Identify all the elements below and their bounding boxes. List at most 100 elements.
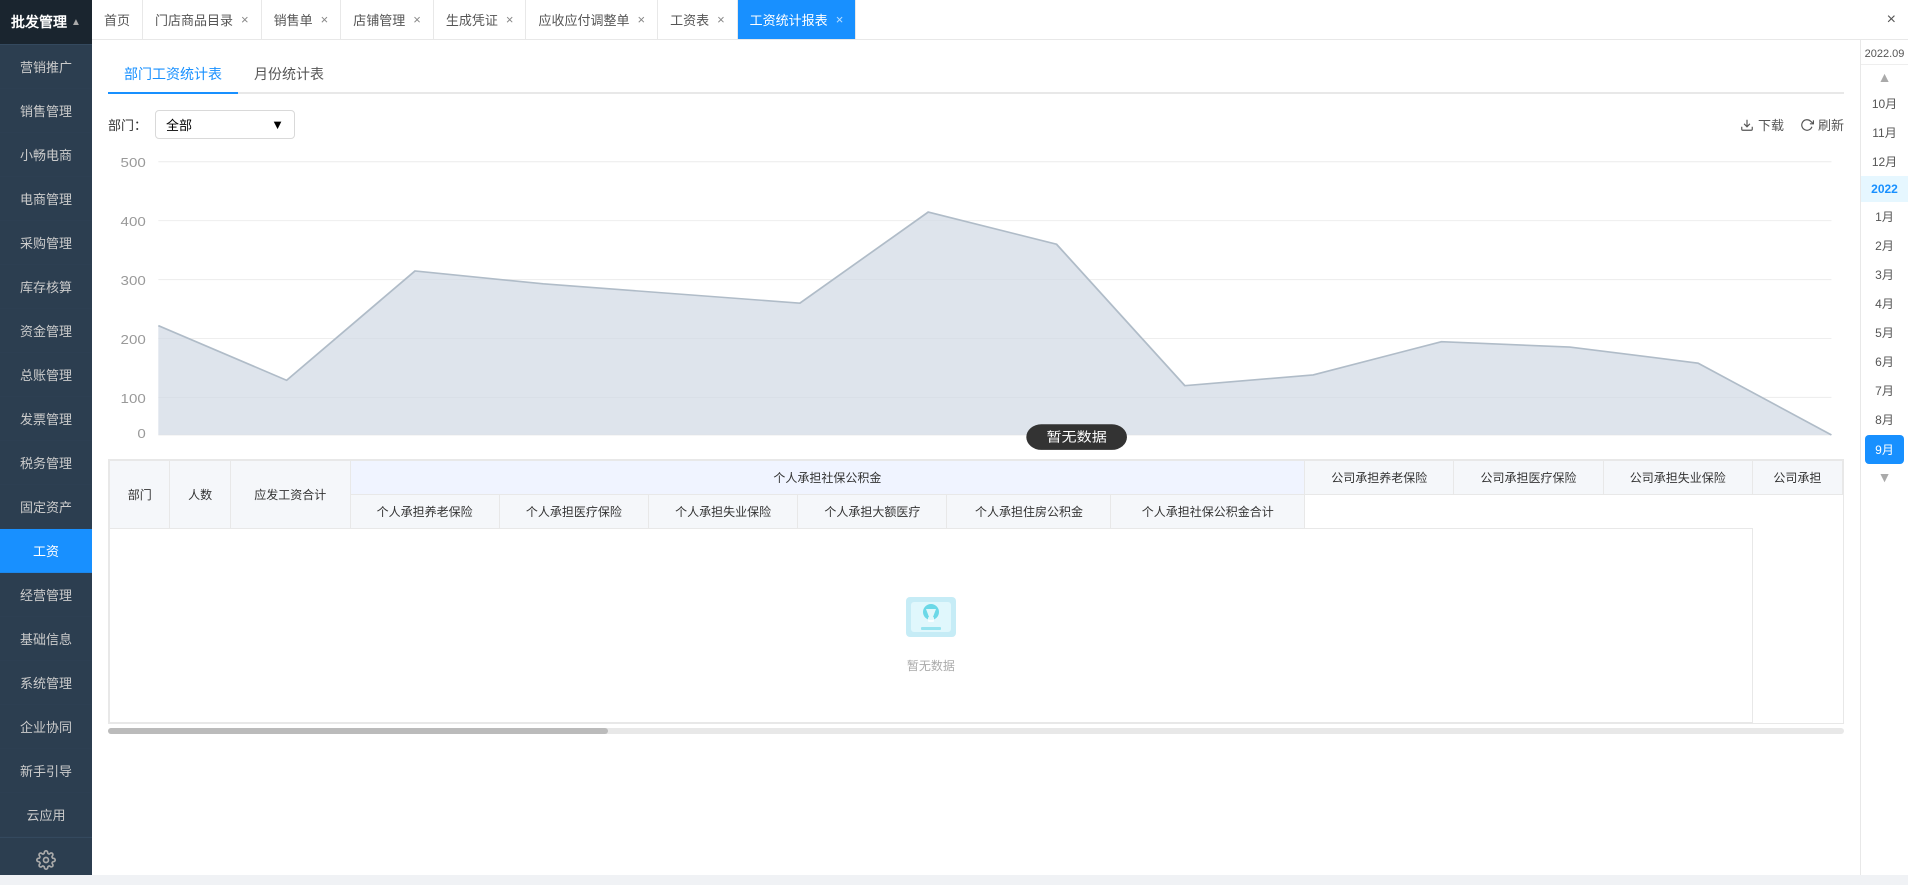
col-personal-medical: 个人承担医疗保险	[499, 495, 648, 529]
dept-label: 部门：	[108, 115, 147, 134]
col-personal-unemp: 个人承担失业保险	[648, 495, 797, 529]
tab-close-ar-ap-adjust[interactable]: ×	[637, 12, 645, 27]
download-button[interactable]: 下载	[1740, 115, 1784, 134]
sidebar-item-gdzcsl[interactable]: 固定资产	[0, 485, 92, 529]
tab-payroll[interactable]: 工资表 ×	[658, 0, 738, 40]
sidebar-item-zjgl[interactable]: 资金管理	[0, 309, 92, 353]
col-group-personal: 个人承担社保公积金	[350, 461, 1305, 495]
timeline-down-button[interactable]: ▼	[1874, 465, 1896, 489]
sidebar-item-jcxx[interactable]: 基础信息	[0, 617, 92, 661]
svg-text:暂无数据: 暂无数据	[1046, 429, 1106, 444]
payroll-table: 部门 人数 应发工资合计 个人承担社保公积金 公司承担养老保险 公司承担医疗保险…	[109, 460, 1843, 723]
timeline-item-11[interactable]: 11月	[1861, 118, 1908, 147]
table-scrollbar-thumb[interactable]	[108, 728, 608, 734]
timeline-item-2[interactable]: 2月	[1861, 231, 1908, 260]
toolbar-right: 下载 刷新	[1740, 115, 1844, 134]
table-empty-row: 暂无数据	[110, 529, 1843, 723]
col-company-pension: 公司承担养老保险	[1305, 461, 1454, 495]
tab-close-payroll[interactable]: ×	[717, 12, 725, 27]
svg-text:100: 100	[121, 391, 146, 406]
download-icon	[1740, 118, 1754, 132]
col-personal-pension: 个人承担养老保险	[350, 495, 499, 529]
timeline-item-7[interactable]: 7月	[1861, 376, 1908, 405]
sidebar-item-jygl[interactable]: 经营管理	[0, 573, 92, 617]
sidebar-item-xsgl[interactable]: 销售管理	[0, 89, 92, 133]
sidebar-item-zzgl[interactable]: 总账管理	[0, 353, 92, 397]
sidebar-item-gz[interactable]: 工资	[0, 529, 92, 573]
svg-text:300: 300	[121, 273, 146, 288]
refresh-button[interactable]: 刷新	[1800, 115, 1844, 134]
tab-close-store-mgmt[interactable]: ×	[413, 12, 421, 27]
main-area: 首页 门店商品目录 × 销售单 × 店铺管理 × 生成凭证 × 应收应付调整单 …	[92, 0, 1908, 875]
toolbar-left: 部门： 全部 ▼	[108, 110, 295, 139]
empty-icon	[891, 577, 971, 657]
timeline-item-8[interactable]: 8月	[1861, 405, 1908, 434]
chart-container: 500 400 300 200 100 0	[108, 151, 1844, 451]
tab-close-generate-voucher[interactable]: ×	[506, 12, 514, 27]
timeline-item-9[interactable]: 9月	[1865, 435, 1904, 464]
toolbar: 部门： 全部 ▼ 下载	[108, 110, 1844, 139]
timeline-item-5[interactable]: 5月	[1861, 318, 1908, 347]
col-company-unemp: 公司承担失业保险	[1603, 461, 1752, 495]
table-scrollbar-container	[108, 724, 1844, 738]
sidebar-header[interactable]: 批发管理 ▲	[0, 0, 92, 45]
timeline-up-button[interactable]: ▲	[1874, 65, 1896, 89]
dept-select[interactable]: 全部 ▼	[155, 110, 295, 139]
svg-text:200: 200	[121, 332, 146, 347]
tab-close-payroll-stats[interactable]: ×	[836, 12, 844, 27]
tab-store-mgmt[interactable]: 店铺管理 ×	[341, 0, 434, 40]
sidebar-item-qytx[interactable]: 企业协同	[0, 705, 92, 749]
col-company-more: 公司承担	[1752, 461, 1842, 495]
col-headcount: 人数	[170, 461, 230, 529]
col-dept: 部门	[110, 461, 170, 529]
data-table-container: 部门 人数 应发工资合计 个人承担社保公积金 公司承担养老保险 公司承担医疗保险…	[108, 459, 1844, 724]
timeline-item-year-2022[interactable]: 2022	[1861, 176, 1908, 202]
empty-state: 暂无数据	[122, 537, 1740, 714]
timeline-item-4[interactable]: 4月	[1861, 289, 1908, 318]
timeline-item-10[interactable]: 10月	[1861, 89, 1908, 118]
sidebar-item-dsggl[interactable]: 电商管理	[0, 177, 92, 221]
sidebar-item-yxty[interactable]: 营销推广	[0, 45, 92, 89]
settings-button[interactable]	[0, 837, 92, 885]
sidebar-item-fpgl[interactable]: 发票管理	[0, 397, 92, 441]
area-chart: 500 400 300 200 100 0	[108, 151, 1844, 451]
content-main: 部门工资统计表 月份统计表 部门： 全部 ▼	[92, 40, 1860, 875]
tab-bar-close-button[interactable]: ×	[1875, 11, 1908, 29]
tab-sales-order[interactable]: 销售单 ×	[262, 0, 342, 40]
col-personal-housing: 个人承担住房公积金	[947, 495, 1111, 529]
col-total-salary: 应发工资合计	[230, 461, 350, 529]
timeline-item-12[interactable]: 12月	[1861, 147, 1908, 176]
sidebar-item-yyyy[interactable]: 云应用	[0, 793, 92, 837]
refresh-icon	[1800, 118, 1814, 132]
tab-generate-voucher[interactable]: 生成凭证 ×	[434, 0, 527, 40]
sidebar-item-kchs[interactable]: 库存核算	[0, 265, 92, 309]
gear-icon	[36, 850, 56, 870]
col-company-medical: 公司承担医疗保险	[1454, 461, 1603, 495]
sidebar-item-cggl[interactable]: 采购管理	[0, 221, 92, 265]
tab-close-store-catalog[interactable]: ×	[241, 12, 249, 27]
tab-ar-ap-adjust[interactable]: 应收应付调整单 ×	[526, 0, 658, 40]
sidebar-item-xcdds[interactable]: 小畅电商	[0, 133, 92, 177]
sub-tab-dept-stats[interactable]: 部门工资统计表	[108, 56, 238, 94]
tab-close-sales-order[interactable]: ×	[321, 12, 329, 27]
svg-text:400: 400	[121, 214, 146, 229]
col-personal-total: 个人承担社保公积金合计	[1111, 495, 1305, 529]
timeline-item-3[interactable]: 3月	[1861, 260, 1908, 289]
sub-tab-bar: 部门工资统计表 月份统计表	[108, 56, 1844, 94]
sidebar-item-xtgl[interactable]: 系统管理	[0, 661, 92, 705]
table-scrollbar[interactable]	[108, 728, 1844, 734]
timeline-item-1[interactable]: 1月	[1861, 202, 1908, 231]
sidebar-title: 批发管理	[11, 12, 67, 32]
content-area: 部门工资统计表 月份统计表 部门： 全部 ▼	[92, 40, 1908, 875]
sub-tab-month-stats[interactable]: 月份统计表	[238, 56, 340, 94]
col-personal-major-medical: 个人承担大额医疗	[798, 495, 947, 529]
timeline-item-6[interactable]: 6月	[1861, 347, 1908, 376]
sidebar-item-xsyd[interactable]: 新手引导	[0, 749, 92, 793]
sidebar-item-swgl[interactable]: 税务管理	[0, 441, 92, 485]
chevron-down-icon: ▼	[271, 117, 284, 132]
tab-payroll-stats[interactable]: 工资统计报表 ×	[738, 0, 857, 40]
tab-home[interactable]: 首页	[92, 0, 143, 40]
timeline-panel: 2022.09 ▲ 10月 11月 12月 2022 1月 2月 3月 4月 5…	[1860, 40, 1908, 875]
tab-store-catalog[interactable]: 门店商品目录 ×	[143, 0, 262, 40]
svg-text:0: 0	[137, 426, 146, 441]
